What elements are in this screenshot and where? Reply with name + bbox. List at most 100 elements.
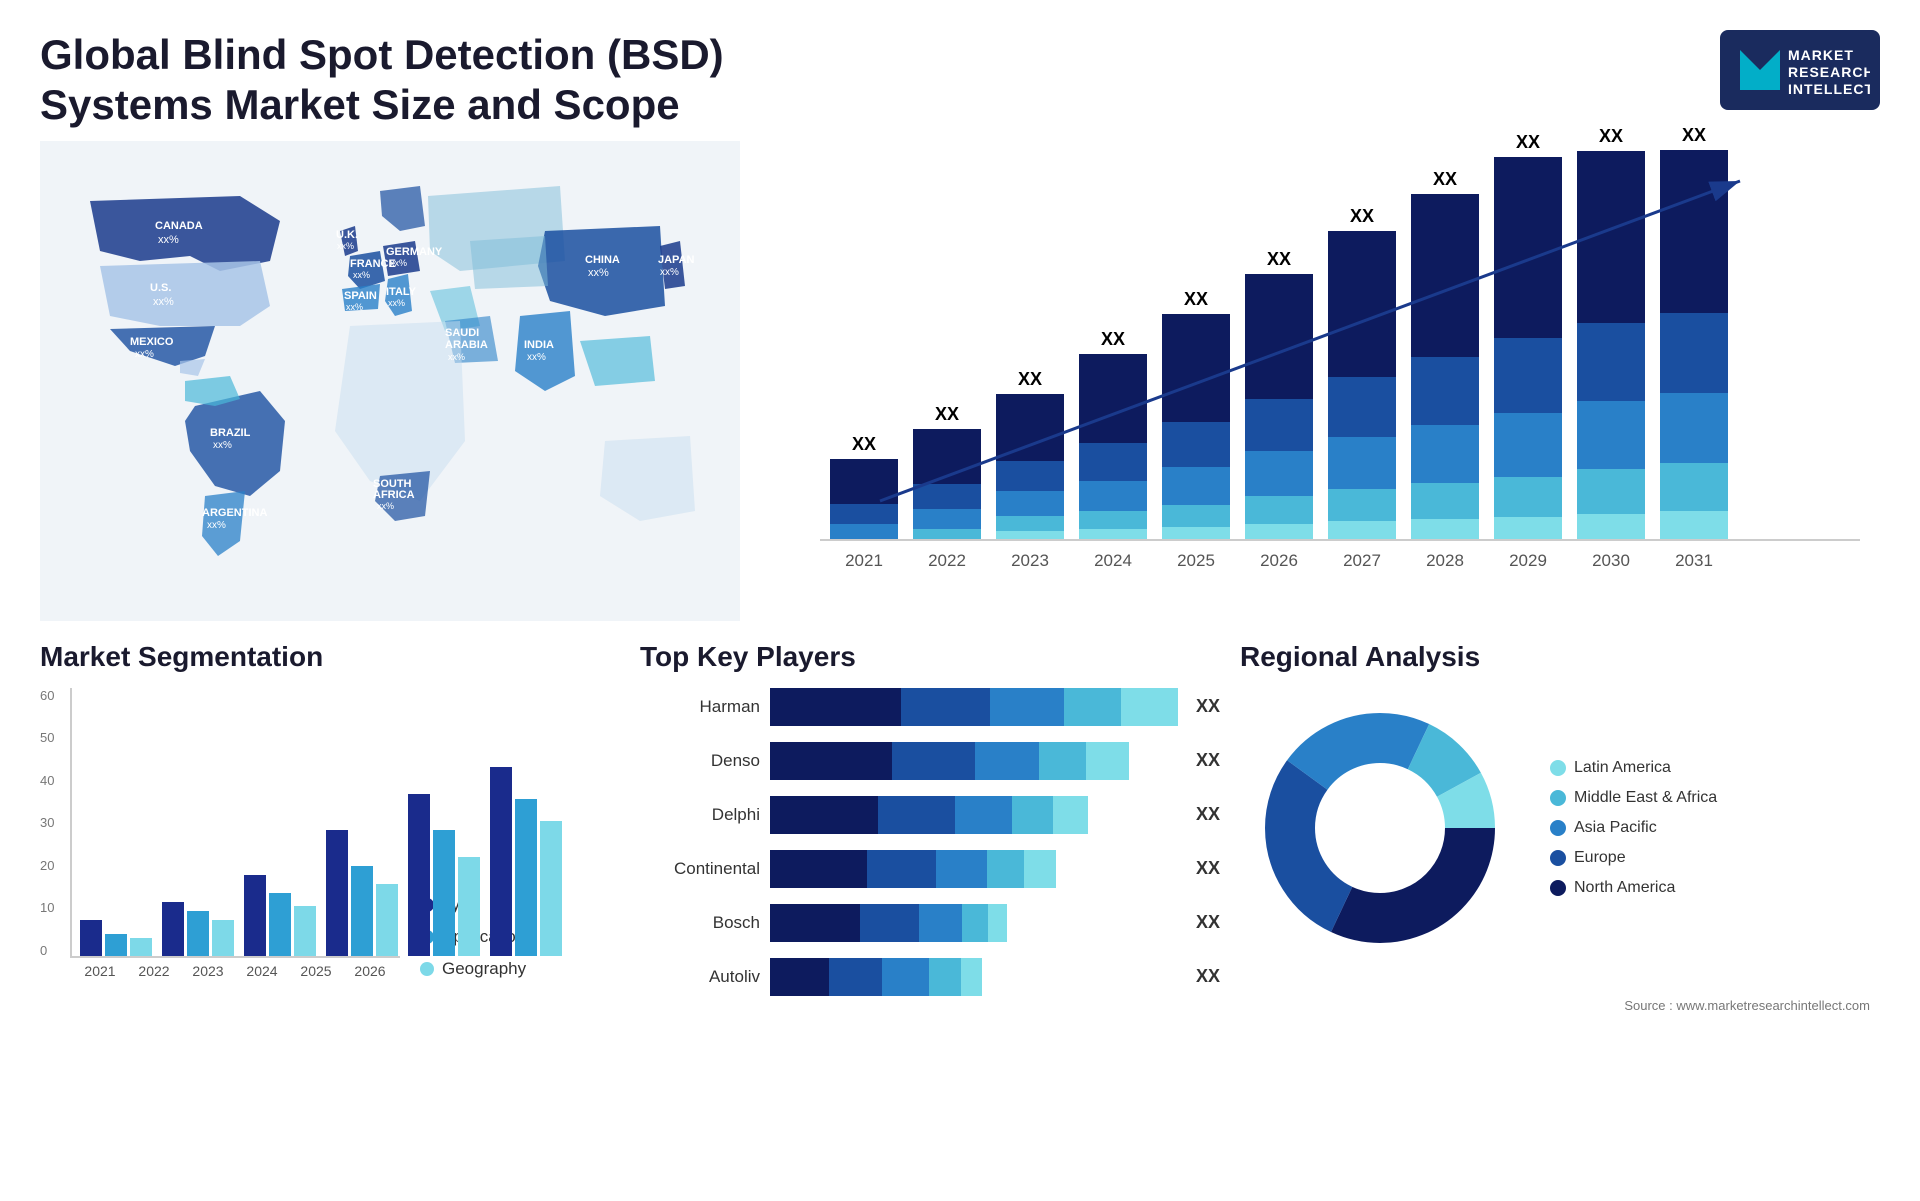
seg-bar-type-2024 <box>326 830 348 956</box>
donut-svg <box>1240 688 1520 968</box>
svg-text:RESEARCH: RESEARCH <box>1788 64 1870 80</box>
svg-text:xx%: xx% <box>588 267 609 279</box>
bar-2029: XX <box>1494 132 1562 539</box>
svg-text:xx%: xx% <box>158 234 179 246</box>
logo-box: MARKET RESEARCH INTELLECT <box>1720 30 1880 110</box>
player-continental: Continental XX <box>640 850 1220 888</box>
seg-bar-type-2022 <box>162 902 184 956</box>
reg-legend-latin-america: Latin America <box>1550 759 1717 777</box>
segmentation-section: Market Segmentation 60 50 40 30 20 10 0 <box>40 641 620 1191</box>
player-bosch-xx: XX <box>1196 912 1220 933</box>
legend-geography-dot <box>420 962 434 976</box>
donut-hole <box>1318 766 1442 890</box>
player-harman-bar <box>770 688 1178 726</box>
header: Global Blind Spot Detection (BSD) System… <box>0 0 1920 141</box>
seg-group-2022 <box>162 902 234 956</box>
players-section: Top Key Players Harman XX Denso <box>640 641 1220 1191</box>
player-denso-name: Denso <box>640 751 760 771</box>
players-title: Top Key Players <box>640 641 1220 673</box>
svg-text:INTELLECT: INTELLECT <box>1788 81 1870 97</box>
bar-2031: XX <box>1660 125 1728 539</box>
svg-text:INDIA: INDIA <box>524 339 554 351</box>
seg-bar-type-2023 <box>244 875 266 956</box>
seg-group-2024 <box>326 830 398 956</box>
svg-text:JAPAN: JAPAN <box>658 254 695 266</box>
seg-bar-geo-2022 <box>212 920 234 956</box>
reg-dot-north-america <box>1550 880 1566 896</box>
svg-text:MEXICO: MEXICO <box>130 336 174 348</box>
player-bosch-bar <box>770 904 1178 942</box>
svg-text:GERMANY: GERMANY <box>386 246 443 258</box>
svg-text:U.K.: U.K. <box>336 229 358 241</box>
reg-label-asia-pacific: Asia Pacific <box>1574 819 1657 837</box>
player-delphi-bar <box>770 796 1178 834</box>
svg-text:AFRICA: AFRICA <box>373 489 415 501</box>
seg-bar-geo-2023 <box>294 906 316 956</box>
seg-bar-app-2025 <box>433 830 455 956</box>
svg-text:xx%: xx% <box>135 349 154 360</box>
reg-dot-middle-east <box>1550 790 1566 806</box>
seg-bar-type-2021 <box>80 920 102 956</box>
seg-bar-app-2021 <box>105 934 127 956</box>
source-text: Source : www.marketresearchintellect.com <box>1240 998 1880 1013</box>
player-harman-xx: XX <box>1196 696 1220 717</box>
svg-text:xx%: xx% <box>346 302 363 312</box>
world-map-svg: CANADA xx% U.S. xx% MEXICO xx% BRAZIL xx… <box>40 141 740 621</box>
seg-bar-app-2022 <box>187 911 209 956</box>
seg-year-labels: 2021 2022 2023 2024 2025 2026 <box>70 963 400 979</box>
bar-2028: XX <box>1411 169 1479 539</box>
svg-text:xx%: xx% <box>207 520 226 531</box>
seg-chart-area: 60 50 40 30 20 10 0 <box>40 688 620 979</box>
seg-bar-type-2025 <box>408 794 430 956</box>
seg-bar-geo-2024 <box>376 884 398 956</box>
player-denso: Denso XX <box>640 742 1220 780</box>
growth-chart: XX XX <box>760 141 1880 621</box>
player-denso-bar <box>770 742 1178 780</box>
reg-legend-asia-pacific: Asia Pacific <box>1550 819 1717 837</box>
regional-section: Regional Analysis <box>1240 641 1880 1191</box>
seg-bars <box>70 688 400 958</box>
world-map: CANADA xx% U.S. xx% MEXICO xx% BRAZIL xx… <box>40 141 740 621</box>
bar-2025: XX <box>1162 289 1230 539</box>
source-area: Source : www.marketresearchintellect.com <box>1240 998 1880 1013</box>
svg-text:ITALY: ITALY <box>386 286 417 298</box>
content-area: CANADA xx% U.S. xx% MEXICO xx% BRAZIL xx… <box>0 141 1920 621</box>
player-denso-xx: XX <box>1196 750 1220 771</box>
player-delphi-xx: XX <box>1196 804 1220 825</box>
player-autoliv-bar <box>770 958 1178 996</box>
svg-text:U.S.: U.S. <box>150 282 171 294</box>
player-continental-bar <box>770 850 1178 888</box>
seg-group-2021 <box>80 920 152 956</box>
seg-bar-type-2026 <box>490 767 512 956</box>
seg-bar-app-2023 <box>269 893 291 956</box>
svg-text:xx%: xx% <box>213 440 232 451</box>
seg-bar-chart: 60 50 40 30 20 10 0 <box>40 688 400 979</box>
donut-area: Latin America Middle East & Africa Asia … <box>1240 688 1880 968</box>
segmentation-title: Market Segmentation <box>40 641 620 673</box>
legend-geography: Geography <box>420 959 526 979</box>
reg-label-middle-east: Middle East & Africa <box>1574 789 1717 807</box>
reg-legend-north-america: North America <box>1550 879 1717 897</box>
player-autoliv-name: Autoliv <box>640 967 760 987</box>
svg-text:CANADA: CANADA <box>155 220 203 232</box>
logo-area: MARKET RESEARCH INTELLECT <box>1720 30 1880 110</box>
svg-text:xx%: xx% <box>337 241 354 251</box>
reg-dot-europe <box>1550 850 1566 866</box>
player-bosch: Bosch XX <box>640 904 1220 942</box>
bar-2027: XX <box>1328 206 1396 539</box>
svg-text:xx%: xx% <box>448 352 465 362</box>
bar-2023: XX <box>996 369 1064 539</box>
svg-text:xx%: xx% <box>153 296 174 308</box>
reg-legend-middle-east: Middle East & Africa <box>1550 789 1717 807</box>
player-autoliv: Autoliv XX <box>640 958 1220 996</box>
player-harman-name: Harman <box>640 697 760 717</box>
svg-text:xx%: xx% <box>388 298 405 308</box>
player-bosch-name: Bosch <box>640 913 760 933</box>
player-delphi: Delphi XX <box>640 796 1220 834</box>
bar-2022: XX <box>913 404 981 539</box>
regional-legend: Latin America Middle East & Africa Asia … <box>1550 759 1717 897</box>
svg-text:xx%: xx% <box>377 501 394 511</box>
svg-text:ARABIA: ARABIA <box>445 339 488 351</box>
donut-chart <box>1240 688 1520 968</box>
reg-label-europe: Europe <box>1574 849 1626 867</box>
